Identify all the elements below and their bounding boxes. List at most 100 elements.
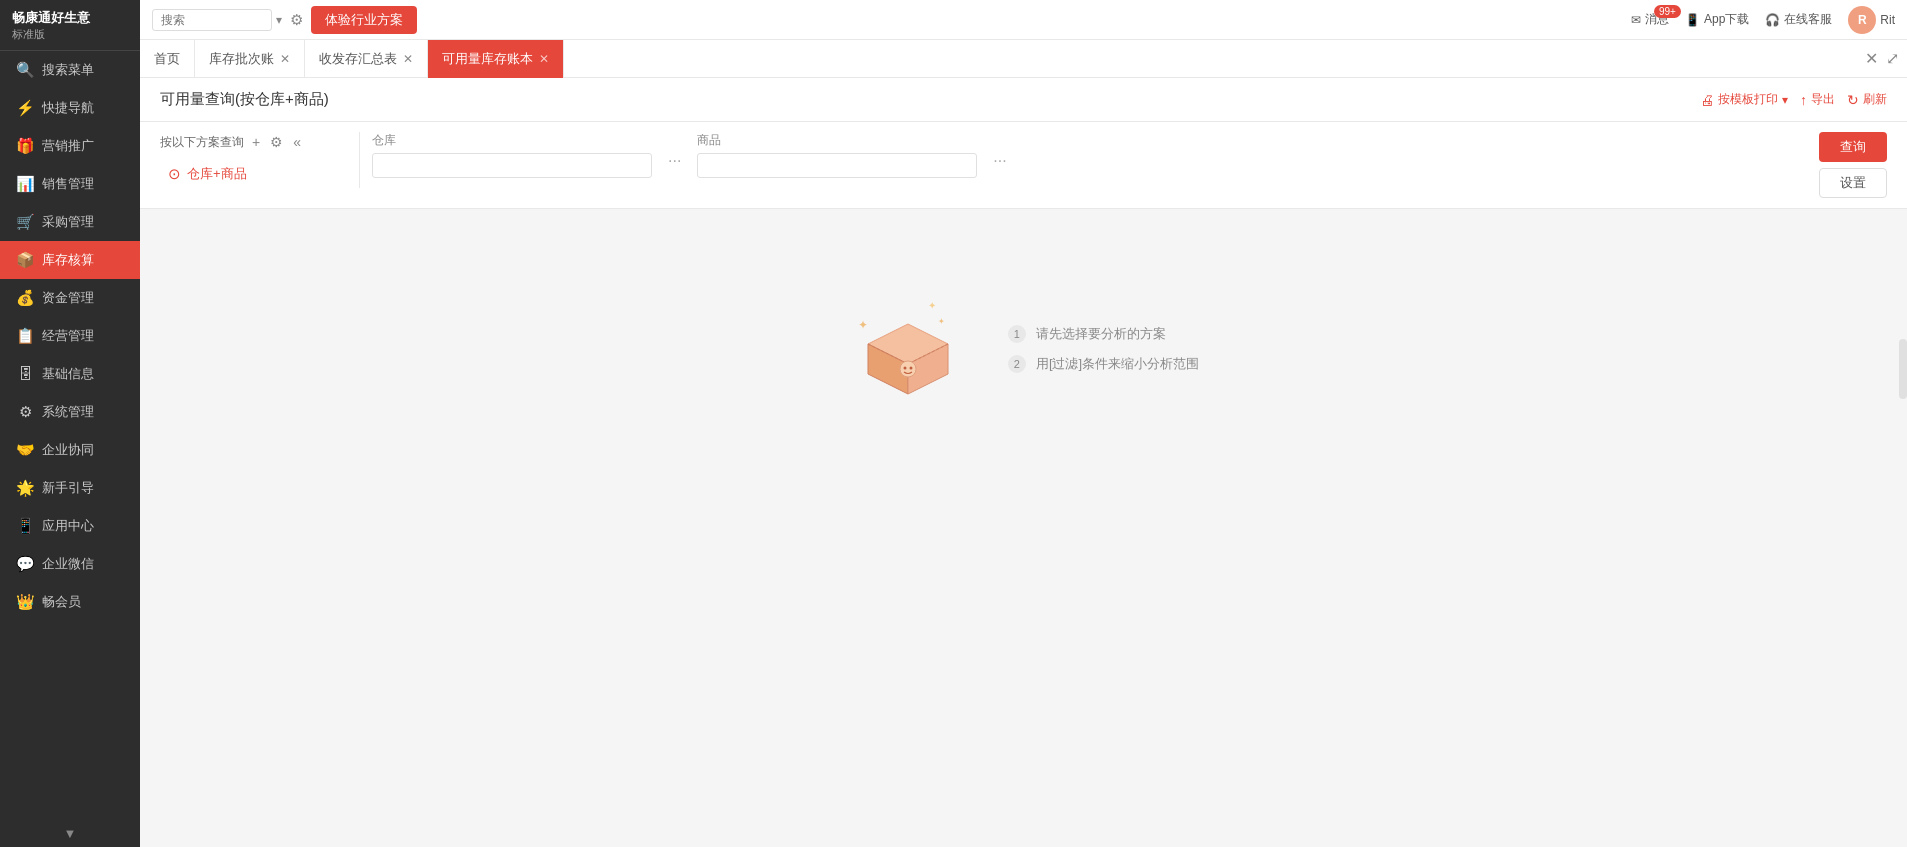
sidebar-item-label: 快捷导航 [42, 99, 94, 117]
app-icon: 📱 [1685, 13, 1700, 27]
tip-num-2: 2 [1008, 355, 1026, 373]
settings-button[interactable]: 设置 [1819, 168, 1887, 198]
sidebar-item-search[interactable]: 🔍 搜索菜单 [0, 51, 140, 89]
sidebar-item-label: 经营管理 [42, 327, 94, 345]
svg-point-5 [900, 361, 916, 377]
sidebar-item-label: 基础信息 [42, 365, 94, 383]
user-name: Rit [1880, 13, 1895, 27]
goods-filter-group: 商品 [697, 132, 977, 178]
search-input[interactable] [152, 9, 272, 31]
print-btn[interactable]: 🖨 按模板打印 ▾ [1700, 91, 1788, 108]
page-header: 可用量查询(按仓库+商品) 🖨 按模板打印 ▾ ↑ 导出 ↻ 刷新 [140, 78, 1907, 122]
sidebar-item-wechat[interactable]: 💬 企业微信 [0, 545, 140, 583]
add-scheme-btn[interactable]: + [250, 132, 262, 152]
user-menu[interactable]: R Rit [1848, 6, 1895, 34]
tip-num-1: 1 [1008, 325, 1026, 343]
tab-available-ledger-close[interactable]: ✕ [539, 52, 549, 66]
service-label: 在线客服 [1784, 11, 1832, 28]
service-icon: 🎧 [1765, 13, 1780, 27]
brand-version: 标准版 [12, 27, 128, 42]
tab-close-btn[interactable]: ✕ [1865, 49, 1878, 68]
sidebar-item-sales[interactable]: 📊 销售管理 [0, 165, 140, 203]
sidebar-item-label: 应用中心 [42, 517, 94, 535]
manage-scheme-btn[interactable]: ⚙ [268, 132, 285, 152]
empty-illustration: ✦ ✦ ✦ [848, 289, 968, 409]
sidebar-item-purchase[interactable]: 🛒 采购管理 [0, 203, 140, 241]
warehouse-filter-group: 仓库 [372, 132, 652, 178]
gear-icon[interactable]: ⚙ [290, 11, 303, 29]
sidebar-item-label: 库存核算 [42, 251, 94, 269]
purchase-icon: 🛒 [16, 213, 34, 231]
sidebar-item-membership[interactable]: 👑 畅会员 [0, 583, 140, 621]
warehouse-more-icon[interactable]: ··· [668, 152, 681, 170]
sidebar-item-label: 企业微信 [42, 555, 94, 573]
query-button[interactable]: 查询 [1819, 132, 1887, 162]
tab-available-ledger[interactable]: 可用量库存账本 ✕ [428, 40, 564, 78]
empty-tips: 1 请先选择要分析的方案 2 用[过滤]条件来缩小分析范围 [1008, 325, 1199, 373]
sidebar-item-inventory[interactable]: 📦 库存核算 [0, 241, 140, 279]
sidebar-item-label: 资金管理 [42, 289, 94, 307]
scheme-item-icon: ⊙ [168, 165, 181, 183]
svg-text:✦: ✦ [938, 317, 945, 326]
tab-batch-ledger-close[interactable]: ✕ [280, 52, 290, 66]
tip-text-1: 请先选择要分析的方案 [1036, 325, 1166, 343]
search-menu-icon: 🔍 [16, 61, 34, 79]
scheme-item-label: 仓库+商品 [187, 165, 247, 183]
page-content-area: 可用量查询(按仓库+商品) 🖨 按模板打印 ▾ ↑ 导出 ↻ 刷新 [140, 78, 1907, 847]
collapse-scheme-btn[interactable]: « [291, 132, 303, 152]
export-btn[interactable]: ↑ 导出 [1800, 91, 1835, 108]
inventory-icon: 📦 [16, 251, 34, 269]
print-label: 按模板打印 [1718, 91, 1778, 108]
guide-icon: 🌟 [16, 479, 34, 497]
tab-inventory-summary[interactable]: 收发存汇总表 ✕ [305, 40, 428, 78]
wechat-icon: 💬 [16, 555, 34, 573]
sidebar-item-label: 企业协同 [42, 441, 94, 459]
tip-text-2: 用[过滤]条件来缩小分析范围 [1036, 355, 1199, 373]
tab-home[interactable]: 首页 [140, 40, 195, 78]
finance-icon: 💰 [16, 289, 34, 307]
sidebar-item-appstore[interactable]: 📱 应用中心 [0, 507, 140, 545]
tab-inventory-summary-close[interactable]: ✕ [403, 52, 413, 66]
svg-text:✦: ✦ [858, 318, 868, 332]
app-download-btn[interactable]: 📱 App下载 [1685, 11, 1749, 28]
tabs-actions: ✕ ⤢ [1865, 49, 1907, 68]
online-service-btn[interactable]: 🎧 在线客服 [1765, 11, 1832, 28]
topbar-search-area: ▾ [152, 9, 282, 31]
sidebar-item-marketing[interactable]: 🎁 营销推广 [0, 127, 140, 165]
collab-icon: 🤝 [16, 441, 34, 459]
refresh-btn[interactable]: ↻ 刷新 [1847, 91, 1887, 108]
membership-icon: 👑 [16, 593, 34, 611]
sidebar-item-label: 营销推广 [42, 137, 94, 155]
page-header-actions: 🖨 按模板打印 ▾ ↑ 导出 ↻ 刷新 [1700, 91, 1887, 108]
search-dropdown-btn[interactable]: ▾ [276, 13, 282, 27]
appstore-icon: 📱 [16, 517, 34, 535]
sidebar-header: 畅康通好生意 标准版 [0, 0, 140, 51]
brand-name: 畅康通好生意 [12, 10, 128, 27]
goods-input[interactable] [697, 153, 977, 178]
sidebar-item-nav[interactable]: ⚡ 快捷导航 [0, 89, 140, 127]
goods-more-icon[interactable]: ··· [993, 152, 1006, 170]
tab-expand-btn[interactable]: ⤢ [1886, 49, 1899, 68]
sidebar-item-operation[interactable]: 📋 经营管理 [0, 317, 140, 355]
export-icon: ↑ [1800, 92, 1807, 108]
filter-actions: 查询 设置 [1807, 132, 1887, 198]
sales-icon: 📊 [16, 175, 34, 193]
warehouse-input[interactable] [372, 153, 652, 178]
scheme-item-warehouse-goods[interactable]: ⊙ 仓库+商品 [160, 160, 347, 188]
sidebar-item-basic[interactable]: 🗄 基础信息 [0, 355, 140, 393]
tab-batch-ledger[interactable]: 库存批次账 ✕ [195, 40, 305, 78]
sidebar-scroll-down[interactable]: ▼ [0, 820, 140, 847]
refresh-label: 刷新 [1863, 91, 1887, 108]
industry-solution-btn[interactable]: 体验行业方案 [311, 6, 417, 34]
sidebar-scroll: 🔍 搜索菜单 ⚡ 快捷导航 🎁 营销推广 📊 销售管理 🛒 采购管理 📦 库存核… [0, 51, 140, 820]
sidebar-item-finance[interactable]: 💰 资金管理 [0, 279, 140, 317]
avatar: R [1848, 6, 1876, 34]
filter-scheme-panel: 按以下方案查询 + ⚙ « ⊙ 仓库+商品 [160, 132, 360, 188]
filter-scheme-header: 按以下方案查询 + ⚙ « [160, 132, 347, 152]
sidebar-item-guide[interactable]: 🌟 新手引导 [0, 469, 140, 507]
app-label: App下载 [1704, 11, 1749, 28]
sidebar-item-collab[interactable]: 🤝 企业协同 [0, 431, 140, 469]
message-btn[interactable]: ✉ 消息 99+ [1631, 11, 1669, 28]
sidebar-item-system[interactable]: ⚙ 系统管理 [0, 393, 140, 431]
empty-state-inner: ✦ ✦ ✦ 1 请先选择要分析的方案 2 用[过滤]条件来缩小分析范围 [848, 289, 1199, 409]
